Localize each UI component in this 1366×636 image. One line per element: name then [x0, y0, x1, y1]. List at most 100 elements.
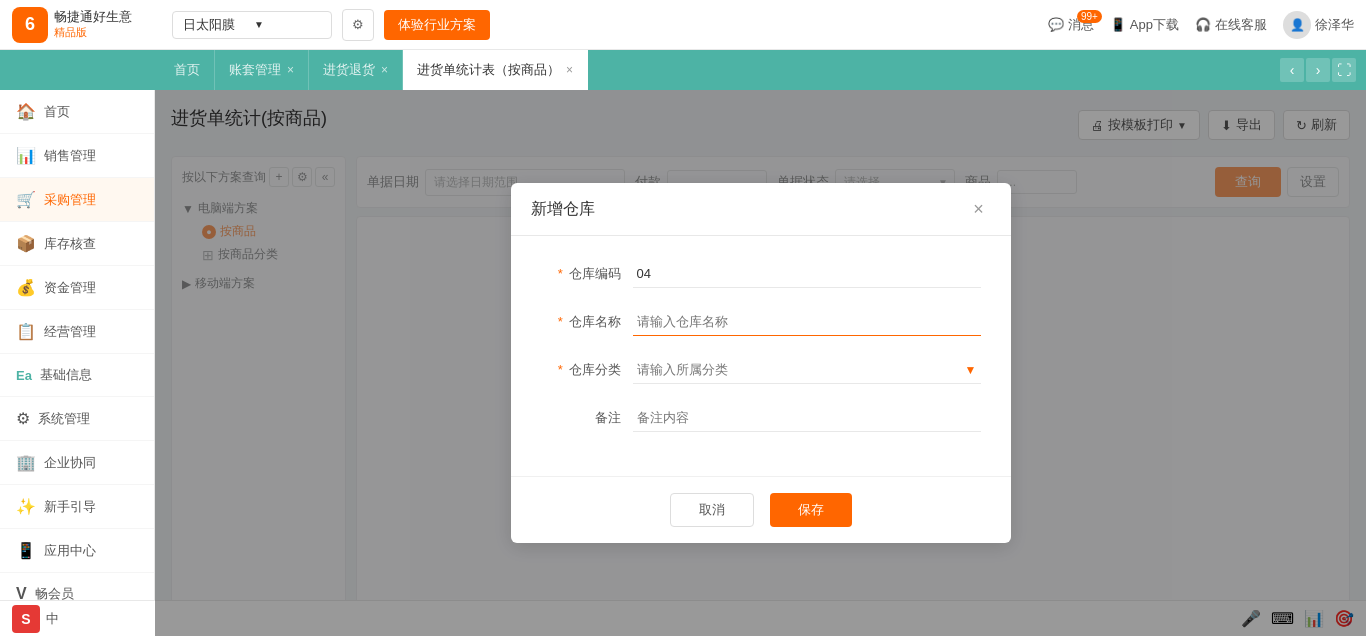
basic-icon: Ea: [16, 368, 32, 383]
enterprise-icon: 🏢: [16, 453, 36, 472]
top-header: 6 畅捷通好生意 精品版 日太阳膜 ▼ ⚙ 体验行业方案 💬 消息 99+ 📱 …: [0, 0, 1366, 50]
dialog-close-button[interactable]: ×: [967, 197, 991, 221]
sales-icon: 📊: [16, 146, 36, 165]
tab-account[interactable]: 账套管理 ×: [215, 50, 309, 90]
dialog-footer: 取消 保存: [511, 476, 1011, 543]
main-layout: 🏠 首页 📊 销售管理 🛒 采购管理 📦 库存核查 💰 资金管理 📋 经营管理 …: [0, 90, 1366, 636]
new-warehouse-dialog: 新增仓库 × * 仓库编码 *: [511, 183, 1011, 543]
guide-icon: ✨: [16, 497, 36, 516]
app-download-label: App下载: [1130, 16, 1179, 34]
chevron-down-icon: ▼: [965, 363, 977, 377]
sidebar-item-home[interactable]: 🏠 首页: [0, 90, 154, 134]
sidebar-item-inventory-label: 库存核查: [44, 235, 96, 253]
tab-home[interactable]: 首页: [160, 50, 215, 90]
close-icon[interactable]: ×: [287, 63, 294, 77]
operation-icon: 📋: [16, 322, 36, 341]
sidebar-item-finance-label: 资金管理: [44, 279, 96, 297]
category-select[interactable]: ▼: [633, 356, 981, 384]
sidebar-item-basic-label: 基础信息: [40, 366, 92, 384]
content-area: 进货单统计(按商品) 🖨 按模板打印 ▼ ⬇ 导出 ↻ 刷新: [155, 90, 1366, 636]
dialog-overlay: 新增仓库 × * 仓库编码 *: [155, 90, 1366, 636]
close-icon[interactable]: ×: [566, 63, 573, 77]
sidebar-item-finance[interactable]: 💰 资金管理: [0, 266, 154, 310]
chevron-down-icon: ▼: [254, 19, 321, 30]
sidebar-item-system[interactable]: ⚙ 系统管理: [0, 397, 154, 441]
sidebar-item-sales[interactable]: 📊 销售管理: [0, 134, 154, 178]
system-icon: ⚙: [16, 409, 30, 428]
name-label: * 仓库名称: [541, 313, 621, 331]
trial-button[interactable]: 体验行业方案: [384, 10, 490, 40]
app-icon: 📱: [16, 541, 36, 560]
sidebar-item-purchase-label: 采购管理: [44, 191, 96, 209]
code-input[interactable]: [633, 260, 981, 288]
note-input[interactable]: [633, 404, 981, 432]
logo-area: 6 畅捷通好生意 精品版: [12, 7, 162, 43]
avatar: 👤: [1283, 11, 1311, 39]
user-icon: 👤: [1290, 18, 1305, 32]
sidebar-item-inventory[interactable]: 📦 库存核查: [0, 222, 154, 266]
form-row-name: * 仓库名称: [541, 308, 981, 336]
app-download-button[interactable]: 📱 App下载: [1110, 16, 1179, 34]
footer-left: S 中: [12, 605, 59, 633]
message-badge: 99+: [1077, 10, 1102, 23]
user-menu[interactable]: 👤 徐泽华: [1283, 11, 1354, 39]
sidebar-item-basic[interactable]: Ea 基础信息: [0, 354, 154, 397]
store-name: 日太阳膜: [183, 16, 250, 34]
tab-controls: ‹ › ⛶: [1270, 58, 1366, 82]
sidebar-item-sales-label: 销售管理: [44, 147, 96, 165]
app-name: 畅捷通好生意: [54, 9, 132, 26]
dialog-body: * 仓库编码 * 仓库名称: [511, 236, 1011, 476]
message-button[interactable]: 💬 消息 99+: [1048, 16, 1094, 34]
sidebar-item-guide-label: 新手引导: [44, 498, 96, 516]
category-input[interactable]: [633, 356, 981, 383]
code-label: * 仓库编码: [541, 265, 621, 283]
sidebar-item-home-label: 首页: [44, 103, 70, 121]
tab-left-btn[interactable]: ‹: [1280, 58, 1304, 82]
form-row-code: * 仓库编码: [541, 260, 981, 288]
tab-right-btn[interactable]: ›: [1306, 58, 1330, 82]
save-button[interactable]: 保存: [770, 493, 852, 527]
tab-expand-btn[interactable]: ⛶: [1332, 58, 1356, 82]
message-icon: 💬: [1048, 17, 1064, 32]
sidebar-item-purchase[interactable]: 🛒 采购管理: [0, 178, 154, 222]
note-label: 备注: [541, 409, 621, 427]
sidebar-item-operation-label: 经营管理: [44, 323, 96, 341]
sidebar: 🏠 首页 📊 销售管理 🛒 采购管理 📦 库存核查 💰 资金管理 📋 经营管理 …: [0, 90, 155, 636]
name-input[interactable]: [633, 308, 981, 336]
sidebar-item-operation[interactable]: 📋 经营管理: [0, 310, 154, 354]
sidebar-item-app-label: 应用中心: [44, 542, 96, 560]
tab-bar: 首页 账套管理 × 进货退货 × 进货单统计表（按商品） × ‹ › ⛶: [0, 50, 1366, 90]
lang-label: 中: [46, 610, 59, 628]
tab-home-label: 首页: [174, 61, 200, 79]
s-logo-icon: S: [12, 605, 40, 633]
category-label: * 仓库分类: [541, 361, 621, 379]
sidebar-item-enterprise-label: 企业协同: [44, 454, 96, 472]
tab-purchase-return-label: 进货退货: [323, 61, 375, 79]
tab-purchase-stats[interactable]: 进货单统计表（按商品） ×: [403, 50, 588, 90]
finance-icon: 💰: [16, 278, 36, 297]
tab-account-label: 账套管理: [229, 61, 281, 79]
dialog-header: 新增仓库 ×: [511, 183, 1011, 236]
sidebar-item-system-label: 系统管理: [38, 410, 90, 428]
sidebar-item-guide[interactable]: ✨ 新手引导: [0, 485, 154, 529]
gear-icon: ⚙: [352, 17, 364, 32]
cancel-button[interactable]: 取消: [670, 493, 754, 527]
form-row-category: * 仓库分类 ▼: [541, 356, 981, 384]
headset-icon: 🎧: [1195, 17, 1211, 32]
username-label: 徐泽华: [1315, 16, 1354, 34]
settings-button[interactable]: ⚙: [342, 9, 374, 41]
header-right: 💬 消息 99+ 📱 App下载 🎧 在线客服 👤 徐泽华: [1048, 11, 1354, 39]
dialog-title: 新增仓库: [531, 199, 595, 220]
close-icon[interactable]: ×: [381, 63, 388, 77]
app-logo-icon: 6: [12, 7, 48, 43]
customer-service-button[interactable]: 🎧 在线客服: [1195, 16, 1267, 34]
home-icon: 🏠: [16, 102, 36, 121]
download-icon: 📱: [1110, 17, 1126, 32]
purchase-icon: 🛒: [16, 190, 36, 209]
form-row-note: 备注: [541, 404, 981, 432]
tab-purchase-return[interactable]: 进货退货 ×: [309, 50, 403, 90]
inventory-icon: 📦: [16, 234, 36, 253]
sidebar-item-enterprise[interactable]: 🏢 企业协同: [0, 441, 154, 485]
store-selector[interactable]: 日太阳膜 ▼: [172, 11, 332, 39]
sidebar-item-app[interactable]: 📱 应用中心: [0, 529, 154, 573]
